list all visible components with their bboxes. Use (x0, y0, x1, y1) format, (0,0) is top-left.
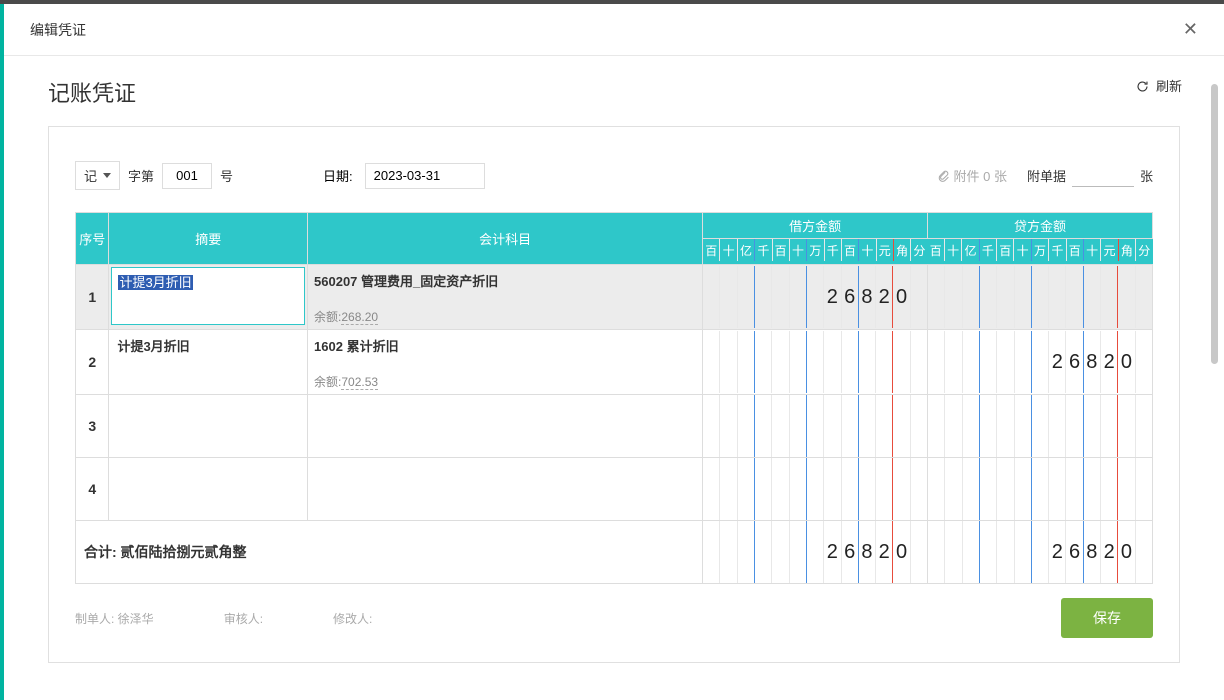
refresh-icon (1136, 80, 1149, 93)
word-label: 字第 (128, 166, 154, 185)
account-cell[interactable] (308, 395, 703, 458)
voucher-number-input[interactable] (162, 163, 212, 189)
modifier: 修改人: (333, 610, 372, 627)
credit-cell[interactable] (928, 265, 1153, 330)
credit-units: 百十亿千百十万千百十元角分 (928, 239, 1153, 265)
voucher-table: 序号 摘要 会计科目 借方金额 贷方金额 百十亿千百十万千百十元角分 百十亿千百… (75, 212, 1153, 584)
row-seq: 4 (76, 458, 109, 521)
date-label: 日期: (323, 166, 353, 185)
bill-suffix: 张 (1140, 166, 1153, 185)
table-row[interactable]: 3 (76, 395, 1153, 458)
scrollbar[interactable] (1211, 84, 1218, 364)
voucher-type-select[interactable]: 记 (75, 161, 120, 190)
debit-units: 百十亿千百十万千百十元角分 (703, 239, 928, 265)
total-label: 合计: 贰佰陆拾捌元贰角整 (76, 521, 703, 584)
credit-cell[interactable]: 26820 (928, 330, 1153, 395)
debit-cell[interactable]: 26820 (703, 265, 928, 330)
voucher-card: 记 字第 号 日期: 附件 0 张 (48, 126, 1180, 663)
total-credit: 26820 (928, 521, 1153, 584)
table-row[interactable]: 2计提3月折旧1602 累计折旧余额:702.53 26820 (76, 330, 1153, 395)
col-debit: 借方金额 (703, 213, 928, 239)
col-credit: 贷方金额 (928, 213, 1153, 239)
account-cell[interactable]: 1602 累计折旧余额:702.53 (308, 330, 703, 395)
col-summary: 摘要 (109, 213, 308, 265)
col-account: 会计科目 (308, 213, 703, 265)
row-seq: 1 (76, 265, 109, 330)
col-seq: 序号 (76, 213, 109, 265)
debit-cell[interactable] (703, 458, 928, 521)
preparer: 制单人: 徐泽华 (75, 610, 154, 627)
debit-cell[interactable] (703, 330, 928, 395)
row-seq: 2 (76, 330, 109, 395)
date-input[interactable] (365, 163, 485, 189)
refresh-button[interactable]: 刷新 (1136, 76, 1182, 95)
table-row[interactable]: 1计提3月折旧560207 管理费用_固定资产折旧余额:268.2026820 (76, 265, 1153, 330)
close-button[interactable]: ✕ (1177, 13, 1204, 46)
modal-title: 编辑凭证 (30, 20, 86, 40)
chevron-down-icon (103, 173, 111, 178)
summary-cell[interactable]: 计提3月折旧 (109, 265, 308, 330)
bill-count-input[interactable] (1072, 165, 1134, 187)
total-debit: 26820 (703, 521, 928, 584)
debit-cell[interactable] (703, 395, 928, 458)
credit-cell[interactable] (928, 458, 1153, 521)
account-cell[interactable] (308, 458, 703, 521)
paperclip-icon (937, 169, 950, 182)
hao-label: 号 (220, 166, 233, 185)
account-cell[interactable]: 560207 管理费用_固定资产折旧余额:268.20 (308, 265, 703, 330)
credit-cell[interactable] (928, 395, 1153, 458)
attachment-link[interactable]: 附件 0 张 (937, 166, 1007, 185)
summary-cell[interactable] (109, 458, 308, 521)
summary-cell[interactable]: 计提3月折旧 (109, 330, 308, 395)
page-title: 记账凭证 (48, 76, 1180, 108)
save-button[interactable]: 保存 (1061, 598, 1153, 638)
bill-label: 附单据 (1027, 166, 1066, 185)
edit-voucher-modal: 编辑凭证 ✕ 记账凭证 刷新 记 字第 号 日期: (4, 4, 1224, 700)
table-row[interactable]: 4 (76, 458, 1153, 521)
row-seq: 3 (76, 395, 109, 458)
summary-cell[interactable] (109, 395, 308, 458)
auditor: 审核人: (224, 610, 263, 627)
